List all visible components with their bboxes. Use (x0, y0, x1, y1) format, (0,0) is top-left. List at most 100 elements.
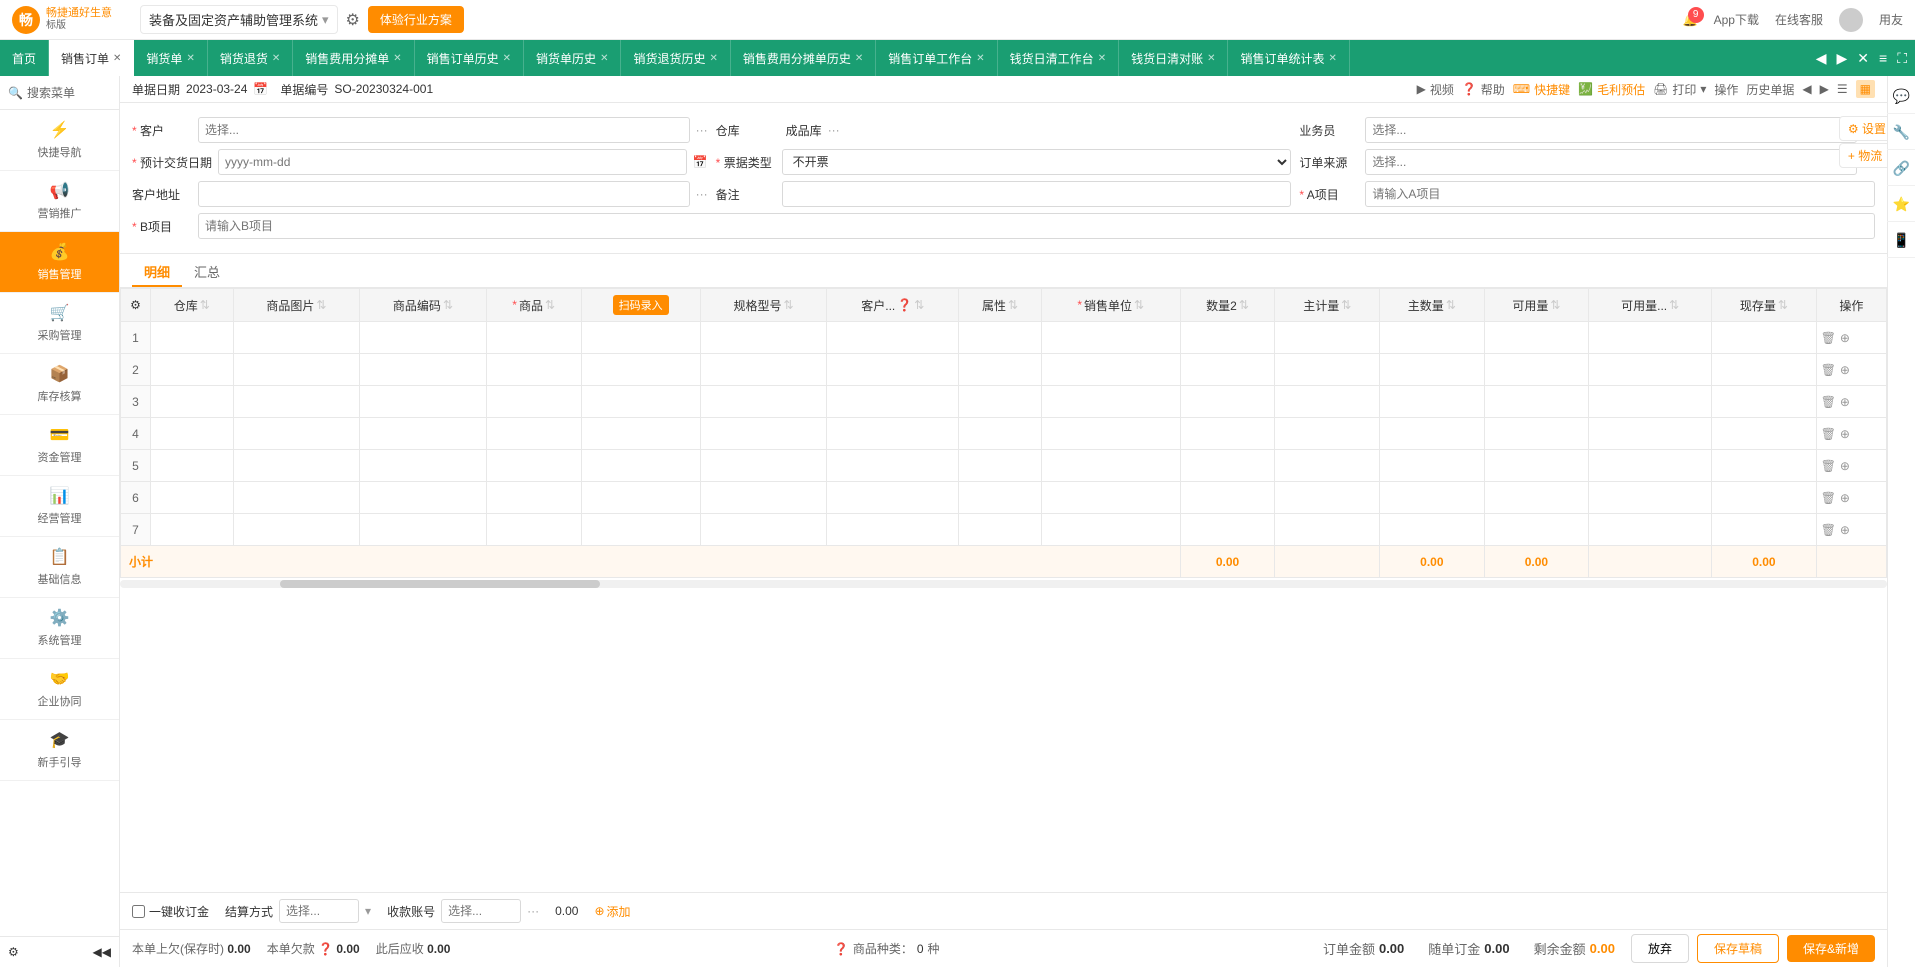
print-btn[interactable]: 🖨 打印 ▾ (1653, 81, 1706, 98)
notification-area[interactable]: 🔔 9 (1683, 13, 1698, 27)
tab-prev-arrow[interactable]: ◀ (1812, 48, 1831, 69)
calendar-icon[interactable]: 📅 (693, 155, 708, 169)
delete-icon[interactable]: 🗑 (1821, 459, 1836, 473)
close-icon[interactable]: ✕ (1098, 53, 1106, 64)
sidebar-item-newbie[interactable]: 🎓 新手引导 (0, 720, 119, 781)
row-1-warehouse[interactable] (151, 322, 234, 354)
row-1-unit[interactable] (1041, 322, 1180, 354)
close-icon[interactable]: ✕ (503, 53, 511, 64)
copy-icon[interactable]: ⊕ (1840, 491, 1850, 505)
copy-icon[interactable]: ⊕ (1840, 427, 1850, 441)
sidebar-collapse-icon[interactable]: ◀◀ (93, 945, 111, 959)
sidebar-item-basic-info[interactable]: 📋 基础信息 (0, 537, 119, 598)
row-1-spec[interactable] (700, 322, 827, 354)
notes-input[interactable] (782, 181, 1292, 207)
sidebar-item-system[interactable]: ⚙️ 系统管理 (0, 598, 119, 659)
add-logistics-button[interactable]: + 物流 (1839, 143, 1887, 168)
close-icon[interactable]: ✕ (1329, 53, 1337, 64)
warehouse-more-icon[interactable]: ··· (828, 123, 840, 137)
one-click-checkbox[interactable]: 一键收订金 (132, 903, 209, 920)
copy-icon[interactable]: ⊕ (1840, 363, 1850, 377)
nav-next-icon[interactable]: ▶ (1820, 82, 1829, 96)
tab-sales-stat[interactable]: 销售订单统计表 ✕ (1228, 40, 1349, 76)
row-1-available[interactable] (1484, 322, 1589, 354)
row-1-qty2[interactable] (1180, 322, 1275, 354)
account-more-icon[interactable]: ··· (527, 904, 539, 918)
discard-button[interactable]: 放弃 (1631, 934, 1689, 963)
sidebar-settings-icon[interactable]: ⚙ (8, 945, 19, 959)
tab-order-history[interactable]: 销售订单历史 ✕ (415, 40, 524, 76)
row-1-product[interactable] (486, 322, 581, 354)
chevron-down-icon[interactable]: ▾ (365, 904, 371, 918)
delete-icon[interactable]: 🗑 (1821, 491, 1836, 505)
settings-panel-button[interactable]: ⚙ 设置 (1839, 116, 1887, 141)
right-panel-icon-5[interactable]: 📱 (1887, 224, 1915, 258)
close-icon[interactable]: ✕ (393, 53, 401, 64)
history-btn[interactable]: 历史单据 (1746, 81, 1794, 98)
list-view-icon[interactable]: ☰ (1837, 82, 1848, 96)
help-icon[interactable]: ❓ (318, 942, 333, 956)
right-panel-icon-1[interactable]: 💬 (1887, 80, 1915, 114)
help-icon[interactable]: ❓ (897, 298, 912, 312)
sidebar-item-search[interactable]: 🔍 搜索菜单 (0, 76, 119, 110)
copy-icon[interactable]: ⊕ (1840, 395, 1850, 409)
row-1-product-code[interactable] (360, 322, 487, 354)
tab-cash-daily[interactable]: 钱货日清工作台 ✕ (998, 40, 1119, 76)
tab-order-workbench[interactable]: 销售订单工作台 ✕ (876, 40, 997, 76)
tab-fullscreen-icon[interactable]: ⛶ (1893, 48, 1911, 69)
tab-expense-history[interactable]: 销售费用分摊单历史 ✕ (731, 40, 876, 76)
close-icon[interactable]: ✕ (272, 53, 280, 64)
tab-sales-order[interactable]: 销售订单 ✕ (49, 40, 134, 76)
sidebar-item-marketing[interactable]: 📢 营销推广 (0, 171, 119, 232)
delivery-date-input[interactable] (218, 149, 687, 175)
delete-icon[interactable]: 🗑 (1821, 331, 1836, 345)
tab-home[interactable]: 首页 (0, 40, 49, 76)
one-click-checkbox-input[interactable] (132, 905, 145, 918)
copy-icon[interactable]: ⊕ (1840, 523, 1850, 537)
row-1-main-unit[interactable] (1275, 322, 1380, 354)
tab-menu-icon[interactable]: ≡ (1875, 48, 1891, 68)
tab-cash-reconcile[interactable]: 钱货日清对账 ✕ (1119, 40, 1228, 76)
close-icon[interactable]: ✕ (976, 53, 984, 64)
row-1-main-qty[interactable] (1380, 322, 1485, 354)
close-icon[interactable]: ✕ (113, 53, 121, 64)
industry-solution-button[interactable]: 体验行业方案 (368, 6, 464, 33)
address-more-icon[interactable]: ··· (696, 187, 708, 201)
account-input[interactable] (441, 899, 521, 923)
sidebar-item-operations[interactable]: 📊 经营管理 (0, 476, 119, 537)
order-source-input[interactable] (1365, 149, 1857, 175)
copy-icon[interactable]: ⊕ (1840, 331, 1850, 345)
grid-view-icon[interactable]: ▦ (1856, 80, 1875, 98)
add-button[interactable]: ⊕ 添加 (594, 903, 630, 920)
delete-icon[interactable]: 🗑 (1821, 427, 1836, 441)
right-panel-icon-4[interactable]: ⭐ (1887, 188, 1915, 222)
tab-sales-list[interactable]: 销货单 ✕ (134, 40, 207, 76)
sidebar-item-quicknav[interactable]: ⚡ 快捷导航 (0, 110, 119, 171)
app-download-link[interactable]: App下载 (1714, 11, 1759, 28)
tab-next-arrow[interactable]: ▶ (1833, 48, 1852, 69)
row-1-attr[interactable] (959, 322, 1042, 354)
system-title[interactable]: 装备及固定资产辅助管理系统 ▾ (140, 5, 338, 34)
salesperson-input[interactable] (1365, 117, 1857, 143)
tab-expense-split[interactable]: 销售费用分摊单 ✕ (293, 40, 414, 76)
help-icon[interactable]: ❓ (834, 942, 849, 956)
user-name[interactable]: 用友 (1879, 11, 1903, 28)
tab-sales-history[interactable]: 销货单历史 ✕ (524, 40, 621, 76)
delete-icon[interactable]: 🗑 (1821, 395, 1836, 409)
scrollbar-thumb[interactable] (280, 580, 600, 588)
horizontal-scrollbar[interactable] (120, 580, 1887, 588)
tab-summary[interactable]: 汇总 (182, 258, 232, 287)
customer-input[interactable] (198, 117, 690, 143)
b-project-input[interactable] (198, 213, 1875, 239)
sidebar-item-inventory[interactable]: 📦 库存核算 (0, 354, 119, 415)
close-icon[interactable]: ✕ (855, 53, 863, 64)
profit-btn[interactable]: 💹 毛利预估 (1578, 81, 1645, 98)
delete-icon[interactable]: 🗑 (1821, 523, 1836, 537)
view-btn[interactable]: ▶ 视频 (1417, 81, 1454, 98)
shortcut-btn[interactable]: ⌨ 快捷键 (1513, 81, 1570, 98)
close-icon[interactable]: ✕ (1207, 53, 1215, 64)
scan-button[interactable]: 扫码录入 (613, 295, 669, 315)
settings-gear-button[interactable]: ⚙ (346, 10, 360, 30)
sidebar-item-enterprise[interactable]: 🤝 企业协同 (0, 659, 119, 720)
delete-icon[interactable]: 🗑 (1821, 363, 1836, 377)
